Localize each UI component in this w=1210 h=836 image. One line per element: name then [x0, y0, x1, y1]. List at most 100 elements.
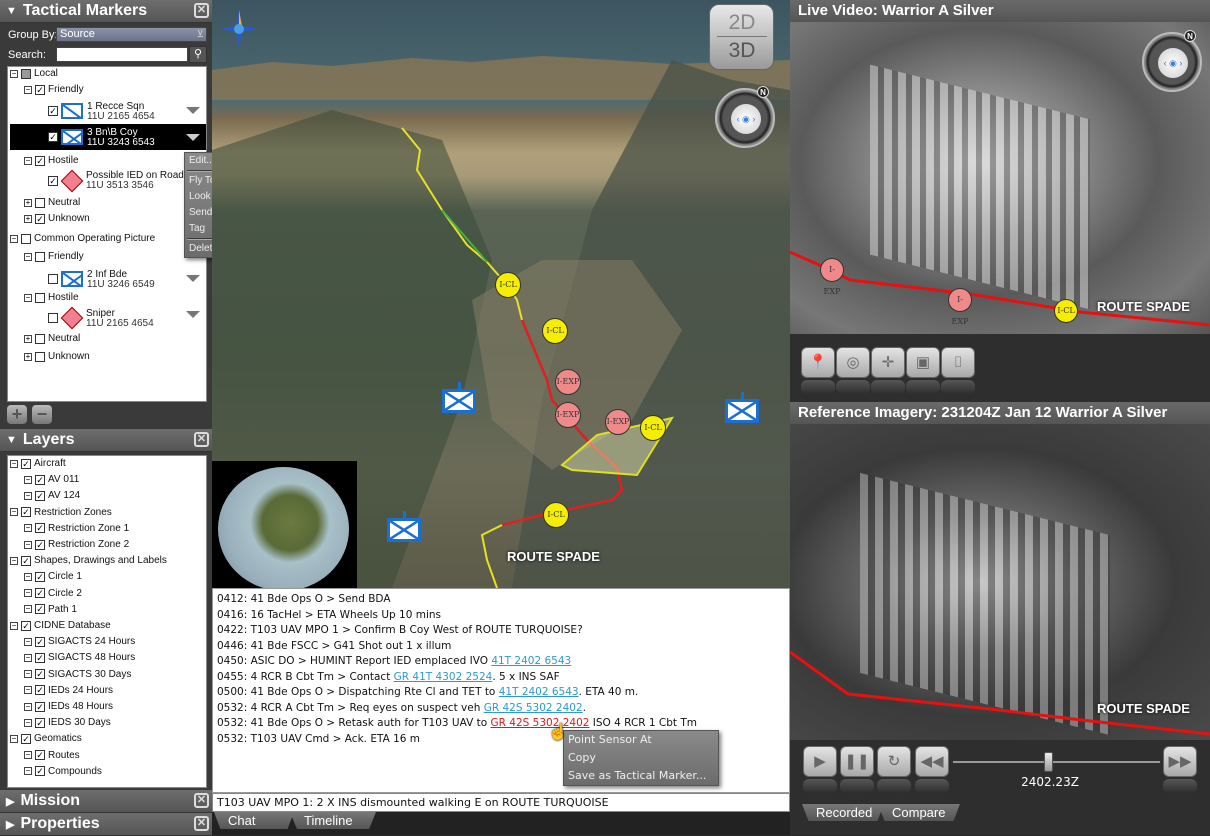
checkbox[interactable]: [35, 333, 45, 344]
group-by-select[interactable]: Source ⊻: [56, 27, 207, 42]
map-marker-iexp[interactable]: I-EXP: [605, 409, 631, 435]
layer-item[interactable]: − ✓ Restriction Zones: [10, 507, 112, 518]
friendly-unit-symbol[interactable]: [387, 511, 421, 542]
expand-icon[interactable]: +: [24, 334, 32, 343]
tree-node-cop-friendly[interactable]: − Friendly: [24, 251, 84, 262]
checkbox[interactable]: [35, 292, 45, 303]
map-marker-icl[interactable]: I-CL: [543, 502, 569, 528]
chat-input[interactable]: T103 UAV MPO 1: 2 X INS dismounted walki…: [212, 793, 790, 812]
layer-item[interactable]: − ✓ Restriction Zone 2: [24, 539, 129, 550]
dropdown-caret-icon[interactable]: [186, 311, 200, 318]
checkbox[interactable]: ✓: [35, 155, 45, 166]
collapse-icon[interactable]: −: [24, 670, 32, 679]
tab-chat[interactable]: Chat: [214, 812, 294, 829]
layer-item[interactable]: − ✓ AV 011: [24, 474, 79, 485]
grid-reference-link[interactable]: GR 42S 5302 2402: [484, 702, 583, 714]
tree-node-cop[interactable]: − Common Operating Picture: [10, 233, 155, 244]
globe-overview-map[interactable]: [212, 461, 357, 588]
checkbox[interactable]: ✓: [35, 652, 45, 663]
map-marker-iexp[interactable]: I-EXP: [555, 402, 581, 428]
checkbox[interactable]: [35, 197, 45, 208]
collapse-icon[interactable]: −: [24, 156, 32, 165]
checkbox[interactable]: [35, 351, 45, 362]
properties-header[interactable]: ▶ Properties ✕: [0, 813, 212, 836]
map-marker-icl[interactable]: I-CL: [640, 415, 666, 441]
checkbox[interactable]: [21, 233, 31, 244]
checkbox[interactable]: ✓: [21, 555, 31, 566]
menu-item-copy[interactable]: Copy: [564, 749, 718, 767]
collapse-icon[interactable]: −: [24, 653, 32, 662]
pause-button[interactable]: ❚❚: [840, 746, 874, 793]
checkbox[interactable]: [48, 274, 58, 284]
close-icon[interactable]: ✕: [194, 3, 209, 18]
remove-marker-button[interactable]: −: [32, 405, 52, 424]
checkbox[interactable]: ✓: [21, 458, 31, 469]
collapse-triangle-icon[interactable]: ▼: [6, 434, 17, 446]
expand-icon[interactable]: +: [24, 198, 32, 207]
layers-header[interactable]: ▼ Layers ✕: [0, 429, 212, 452]
layer-item[interactable]: − ✓ SIGACTS 24 Hours: [24, 636, 135, 647]
map-marker-iexp[interactable]: I-EXP: [555, 369, 581, 395]
grid-reference-link[interactable]: 41T 2402 6543: [499, 686, 579, 698]
2d-button[interactable]: 2D: [717, 11, 767, 37]
tactical-markers-header[interactable]: ▼ Tactical Markers ✕: [0, 0, 212, 23]
layer-item[interactable]: − ✓ Circle 2: [24, 588, 82, 599]
collapse-icon[interactable]: −: [24, 767, 32, 776]
checkbox[interactable]: ✓: [35, 701, 45, 712]
checkbox[interactable]: ✓: [21, 620, 31, 631]
checkbox[interactable]: ✓: [35, 213, 45, 224]
close-icon[interactable]: ✕: [194, 432, 209, 447]
map-marker-icl[interactable]: I-CL: [495, 272, 521, 298]
layer-item[interactable]: − ✓ CIDNE Database: [10, 620, 111, 631]
checkbox[interactable]: ✓: [35, 539, 45, 550]
2d-3d-toggle[interactable]: 2D 3D: [709, 4, 774, 70]
layer-item[interactable]: − ✓ Aircraft: [10, 458, 66, 469]
layer-item[interactable]: − ✓ Path 1: [24, 604, 77, 615]
3d-map-view[interactable]: 2D 3D ‹ ◉ › N I-CL I-CL I-EXP I-EXP I-EX…: [212, 0, 790, 588]
checkbox[interactable]: ✓: [35, 84, 45, 95]
dropdown-caret-icon[interactable]: [186, 107, 200, 114]
expand-triangle-icon[interactable]: ▶: [6, 818, 14, 831]
tree-node-cop-unknown[interactable]: + Unknown: [24, 351, 90, 362]
expand-triangle-icon[interactable]: ▶: [6, 795, 14, 808]
layer-item[interactable]: − ✓ IEDs 24 Hours: [24, 685, 113, 696]
frame-button[interactable]: ▣: [906, 347, 940, 394]
collapse-icon[interactable]: −: [10, 459, 18, 468]
dropdown-caret-icon[interactable]: [186, 275, 200, 282]
collapse-triangle-icon[interactable]: ▼: [6, 5, 17, 17]
layer-item[interactable]: − ✓ IEDs 48 Hours: [24, 701, 113, 712]
marker-1-recce-sqn[interactable]: ✓ 1 Recce Sqn 11U 2165 4654: [48, 100, 206, 122]
layer-item[interactable]: − ✓ Circle 1: [24, 571, 82, 582]
grid-reference-link[interactable]: GR 41T 4302 2524: [394, 671, 493, 683]
checkbox[interactable]: ✓: [21, 507, 31, 518]
marker-possible-ied[interactable]: ✓ Possible IED on Road 11U 3513 3546: [48, 169, 184, 192]
collapse-icon[interactable]: −: [24, 718, 32, 727]
search-button[interactable]: ⚲: [189, 46, 207, 63]
collapse-icon[interactable]: −: [24, 475, 32, 484]
collapse-icon[interactable]: −: [10, 69, 18, 78]
marker-sniper[interactable]: Sniper 11U 2165 4654: [48, 306, 206, 330]
layer-item[interactable]: − ✓ Geomatics: [10, 733, 82, 744]
collapse-icon[interactable]: −: [24, 491, 32, 500]
collapse-icon[interactable]: −: [10, 734, 18, 743]
mission-header[interactable]: ▶ Mission ✕: [0, 790, 212, 813]
timeline-slider-track[interactable]: [953, 761, 1160, 763]
grid-reference-link[interactable]: GR 42S 5302 2402: [491, 717, 590, 729]
timeline-slider-thumb[interactable]: [1044, 752, 1054, 772]
placemark-button[interactable]: 📍: [801, 347, 835, 394]
layer-item[interactable]: − ✓ IEDS 30 Days: [24, 717, 111, 728]
checkbox[interactable]: ✓: [48, 106, 58, 116]
collapse-icon[interactable]: −: [24, 589, 32, 598]
tab-timeline[interactable]: Timeline: [290, 812, 376, 829]
tree-node-local-neutral[interactable]: + Neutral: [24, 197, 80, 208]
menu-item-point-sensor-at[interactable]: Point Sensor At: [564, 731, 718, 749]
collapse-icon[interactable]: −: [24, 637, 32, 646]
add-marker-button[interactable]: +: [7, 405, 27, 424]
collapse-icon[interactable]: −: [10, 556, 18, 565]
checkbox[interactable]: ✓: [35, 523, 45, 534]
tree-node-local-hostile[interactable]: − ✓ Hostile: [24, 155, 79, 166]
layer-item[interactable]: − ✓ Compounds: [24, 766, 102, 777]
reference-imagery-view[interactable]: ROUTE SPADE: [790, 424, 1210, 740]
play-button[interactable]: ▶: [803, 746, 837, 793]
layer-item[interactable]: − ✓ SIGACTS 48 Hours: [24, 652, 135, 663]
